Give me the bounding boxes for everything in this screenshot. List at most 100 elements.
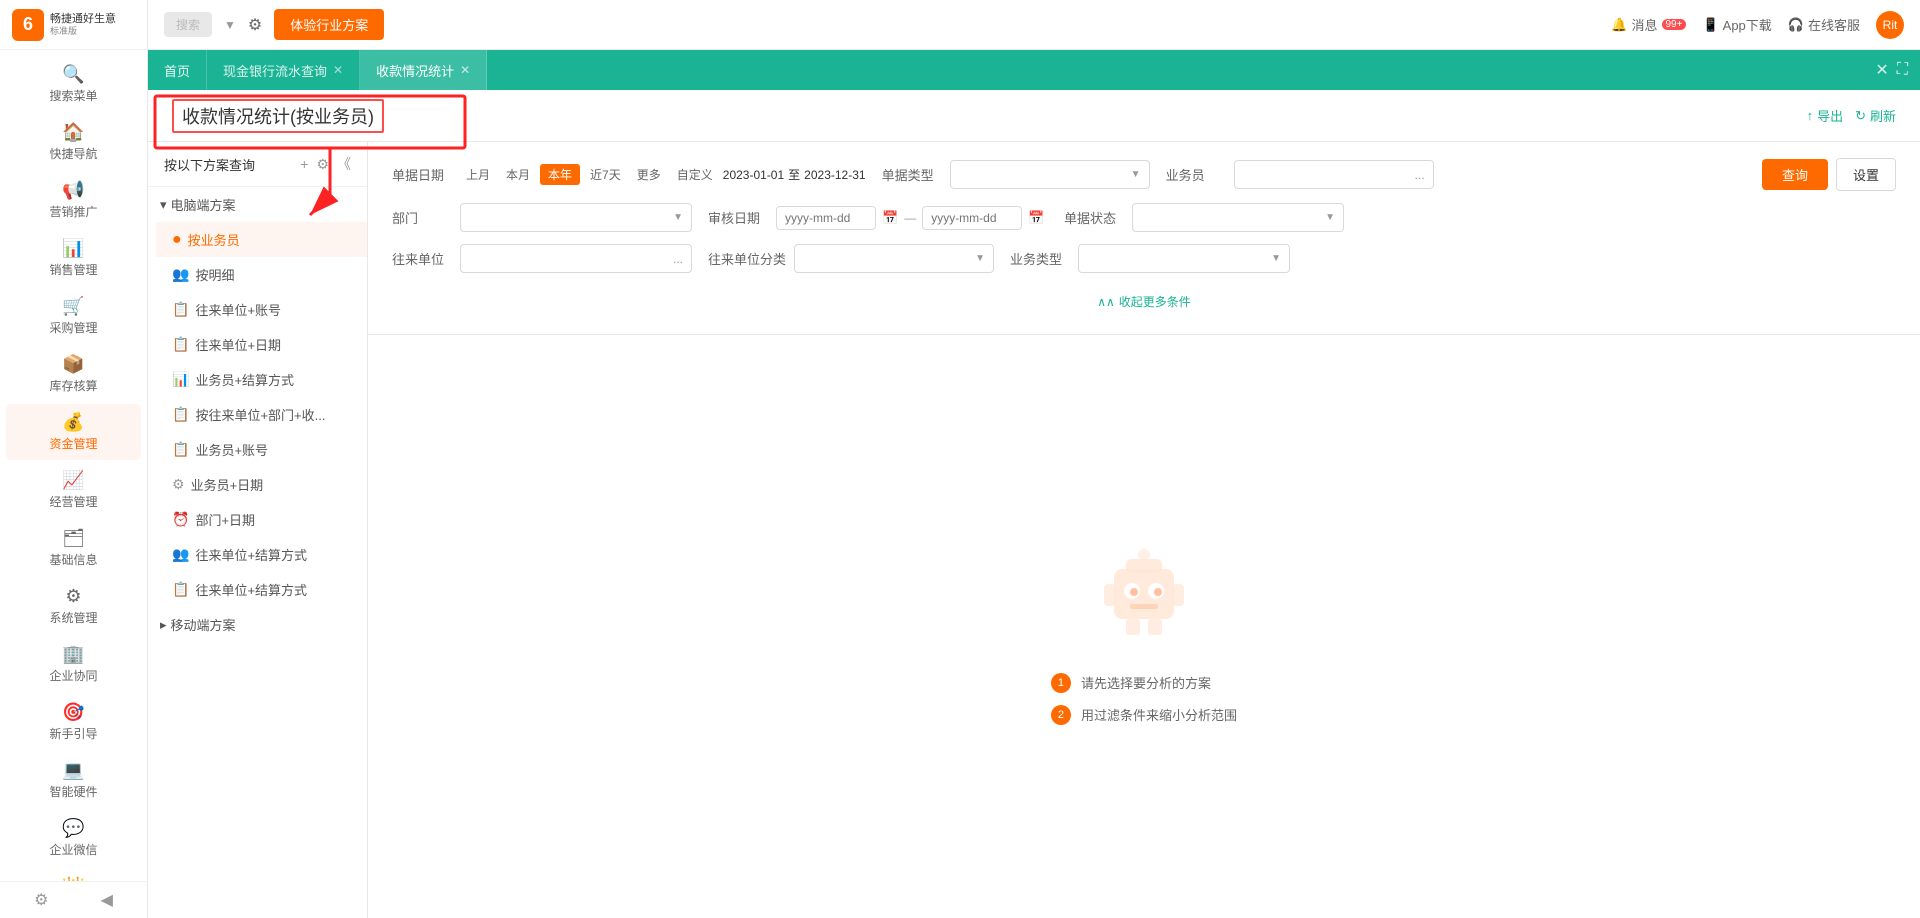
filter-area: 单据日期 上月 本月 本年 近7天 更多 自定义 xyxy=(368,142,1920,335)
biz-type-select[interactable]: ▼ xyxy=(1078,244,1290,273)
sidebar-item-sales[interactable]: 📊 销售管理 xyxy=(6,230,141,286)
filter-doc-type: 单据类型 ▼ xyxy=(882,160,1150,189)
date-tab-this-year[interactable]: 本年 xyxy=(540,164,580,185)
sidebar-item-member[interactable]: 👑 畅会员 xyxy=(6,868,141,881)
sidebar-item-finance[interactable]: 💰 资金管理 xyxy=(6,404,141,460)
tab-home[interactable]: 首页 xyxy=(148,50,207,90)
notification-label: 消息 xyxy=(1631,15,1657,34)
user-avatar[interactable]: Rit xyxy=(1876,11,1904,39)
date-tab-last-month[interactable]: 上月 xyxy=(460,164,496,185)
empty-illustration xyxy=(1084,529,1204,649)
sidebar-item-label: 销售管理 xyxy=(49,261,97,278)
tree-item-unit-settle1[interactable]: 👥 往来单位+结算方式 xyxy=(156,537,367,572)
sidebar-settings-btn[interactable]: ⚙ xyxy=(34,890,48,910)
dept-select[interactable]: ▼ xyxy=(460,203,692,232)
partner-cat-select[interactable]: ▼ xyxy=(794,244,994,273)
sidebar-item-label: 新手引导 xyxy=(49,725,97,742)
purchase-icon: 🛒 xyxy=(62,296,84,317)
doc-type-select[interactable]: ▼ xyxy=(950,160,1150,189)
filter-review-date: 审核日期 📅 — 📅 xyxy=(708,206,1048,230)
doc-status-select[interactable]: ▼ xyxy=(1132,203,1344,232)
action-row: 查询 设置 xyxy=(1762,158,1896,191)
date-tab-custom[interactable]: 自定义 xyxy=(671,164,719,185)
review-date-from[interactable] xyxy=(776,206,876,230)
sidebar-item-quicknav[interactable]: 🏠 快捷导航 xyxy=(6,114,141,170)
sidebar-nav: 🔍 搜索菜单 🏠 快捷导航 📢 营销推广 📊 销售管理 🛒 采购管理 📦 xyxy=(0,50,147,881)
panel-collapse-btn[interactable]: 《 xyxy=(337,154,351,174)
refresh-btn[interactable]: ↻ 刷新 xyxy=(1855,106,1896,125)
date-tab-more[interactable]: 更多 xyxy=(631,164,667,185)
home-icon: 🏠 xyxy=(62,122,84,143)
collapse-row: ∧∧ 收起更多条件 xyxy=(392,285,1896,318)
sidebar-item-label: 经营管理 xyxy=(49,493,97,510)
calendar-icon-from: 📅 xyxy=(882,210,898,226)
tab-collection-close[interactable]: ✕ xyxy=(460,63,470,77)
tab-collection[interactable]: 收款情况统计 ✕ xyxy=(360,50,487,90)
partner-more-btn[interactable]: ... xyxy=(673,252,683,266)
online-service-btn[interactable]: 🎧 在线客服 xyxy=(1788,15,1860,34)
notification-btn[interactable]: 🔔 消息 99+ xyxy=(1611,15,1686,34)
salesperson-select[interactable]: ... xyxy=(1234,160,1434,189)
salesperson-more-btn[interactable]: ... xyxy=(1415,168,1425,182)
empty-step-1: 1 请先选择要分析的方案 xyxy=(1051,673,1237,693)
tree-group-mobile[interactable]: ▸ 移动端方案 xyxy=(148,607,367,642)
partner-select[interactable]: ... xyxy=(460,244,692,273)
empty-step-2: 2 用过滤条件来缩小分析范围 xyxy=(1051,705,1237,725)
sidebar-item-wechat[interactable]: 💬 企业微信 xyxy=(6,810,141,866)
sidebar-item-purchase[interactable]: 🛒 采购管理 xyxy=(6,288,141,344)
filter-salesperson: 业务员 ... xyxy=(1166,160,1434,189)
sales-icon: 📊 xyxy=(62,238,84,259)
sidebar-item-inventory[interactable]: 📦 库存核算 xyxy=(6,346,141,402)
dept-arrow: ▼ xyxy=(673,212,683,223)
sidebar-collapse-btn[interactable]: ◀ xyxy=(101,890,113,910)
panel-add-btn[interactable]: + xyxy=(300,156,308,172)
sidebar-item-guide[interactable]: 🎯 新手引导 xyxy=(6,694,141,750)
export-btn[interactable]: ↑ 导出 xyxy=(1807,106,1844,125)
topbar-dropdown[interactable]: ▼ xyxy=(224,18,236,32)
tree-item-salesperson-date[interactable]: ⚙ 业务员+日期 xyxy=(156,467,367,502)
query-btn[interactable]: 查询 xyxy=(1762,159,1828,190)
sidebar-item-label: 搜索菜单 xyxy=(49,87,97,104)
sidebar-item-basic[interactable]: 🗂 基础信息 xyxy=(6,520,141,576)
topbar-gear-btn[interactable]: ⚙ xyxy=(248,15,262,35)
review-date-control: 📅 — 📅 xyxy=(776,206,1048,230)
sidebar-item-search[interactable]: 🔍 搜索菜单 xyxy=(6,56,141,112)
system-icon: ⚙ xyxy=(65,586,81,607)
operations-icon: 📈 xyxy=(62,470,84,491)
topbar-search-area[interactable]: 搜索 xyxy=(164,12,212,37)
sidebar-item-system[interactable]: ⚙ 系统管理 xyxy=(6,578,141,634)
sidebar-item-label: 企业微信 xyxy=(49,841,97,858)
logo-icon: 6 xyxy=(12,9,44,41)
date-tab-last7[interactable]: 近7天 xyxy=(584,164,627,185)
tab-close-all-btn[interactable]: ✕ xyxy=(1875,60,1888,80)
tree-item-unit-date[interactable]: 📋 往来单位+日期 xyxy=(156,327,367,362)
try-industry-btn[interactable]: 体验行业方案 xyxy=(274,9,384,40)
tree-item-dept-date[interactable]: ⏰ 部门+日期 xyxy=(156,502,367,537)
tree-item-unit-account[interactable]: 📋 往来单位+账号 xyxy=(156,292,367,327)
app-download-btn[interactable]: 📱 App下载 xyxy=(1702,15,1771,34)
tree-item-salesperson-settle[interactable]: 📊 业务员+结算方式 xyxy=(156,362,367,397)
tree-group-desktop[interactable]: ▾ 电脑端方案 xyxy=(148,187,367,222)
tree-item-detail[interactable]: 👥 按明细 xyxy=(156,257,367,292)
clock-icon: ⏰ xyxy=(172,511,189,528)
tree-item-unit-dept[interactable]: 📋 按往来单位+部门+收... xyxy=(156,397,367,432)
sidebar-item-hardware[interactable]: 💻 智能硬件 xyxy=(6,752,141,808)
review-date-to[interactable] xyxy=(922,206,1022,230)
tree-item-unit-settle2[interactable]: 📋 往来单位+结算方式 xyxy=(156,572,367,607)
date-tab-this-month[interactable]: 本月 xyxy=(500,164,536,185)
sidebar-item-marketing[interactable]: 📢 营销推广 xyxy=(6,172,141,228)
bell-icon: 🔔 xyxy=(1611,17,1627,33)
collapse-more-btn[interactable]: ∧∧ 收起更多条件 xyxy=(1097,285,1191,318)
tree-item-salesperson-account[interactable]: 📋 业务员+账号 xyxy=(156,432,367,467)
tab-bank[interactable]: 现金银行流水查询 ✕ xyxy=(207,50,360,90)
panel-settings-btn[interactable]: ⚙ xyxy=(316,156,329,173)
tab-restore-btn[interactable]: ⛶ xyxy=(1897,61,1908,79)
tab-bank-close[interactable]: ✕ xyxy=(333,63,343,77)
service-icon: 🎧 xyxy=(1788,17,1804,33)
filter-settings-btn[interactable]: 设置 xyxy=(1836,158,1896,191)
sidebar-item-label: 采购管理 xyxy=(49,319,97,336)
sidebar-item-enterprise[interactable]: 🏢 企业协同 xyxy=(6,636,141,692)
sidebar-item-operations[interactable]: 📈 经营管理 xyxy=(6,462,141,518)
tree-item-salesperson[interactable]: ● 按业务员 xyxy=(156,222,367,257)
date-from: 2023-01-01 xyxy=(723,168,784,182)
